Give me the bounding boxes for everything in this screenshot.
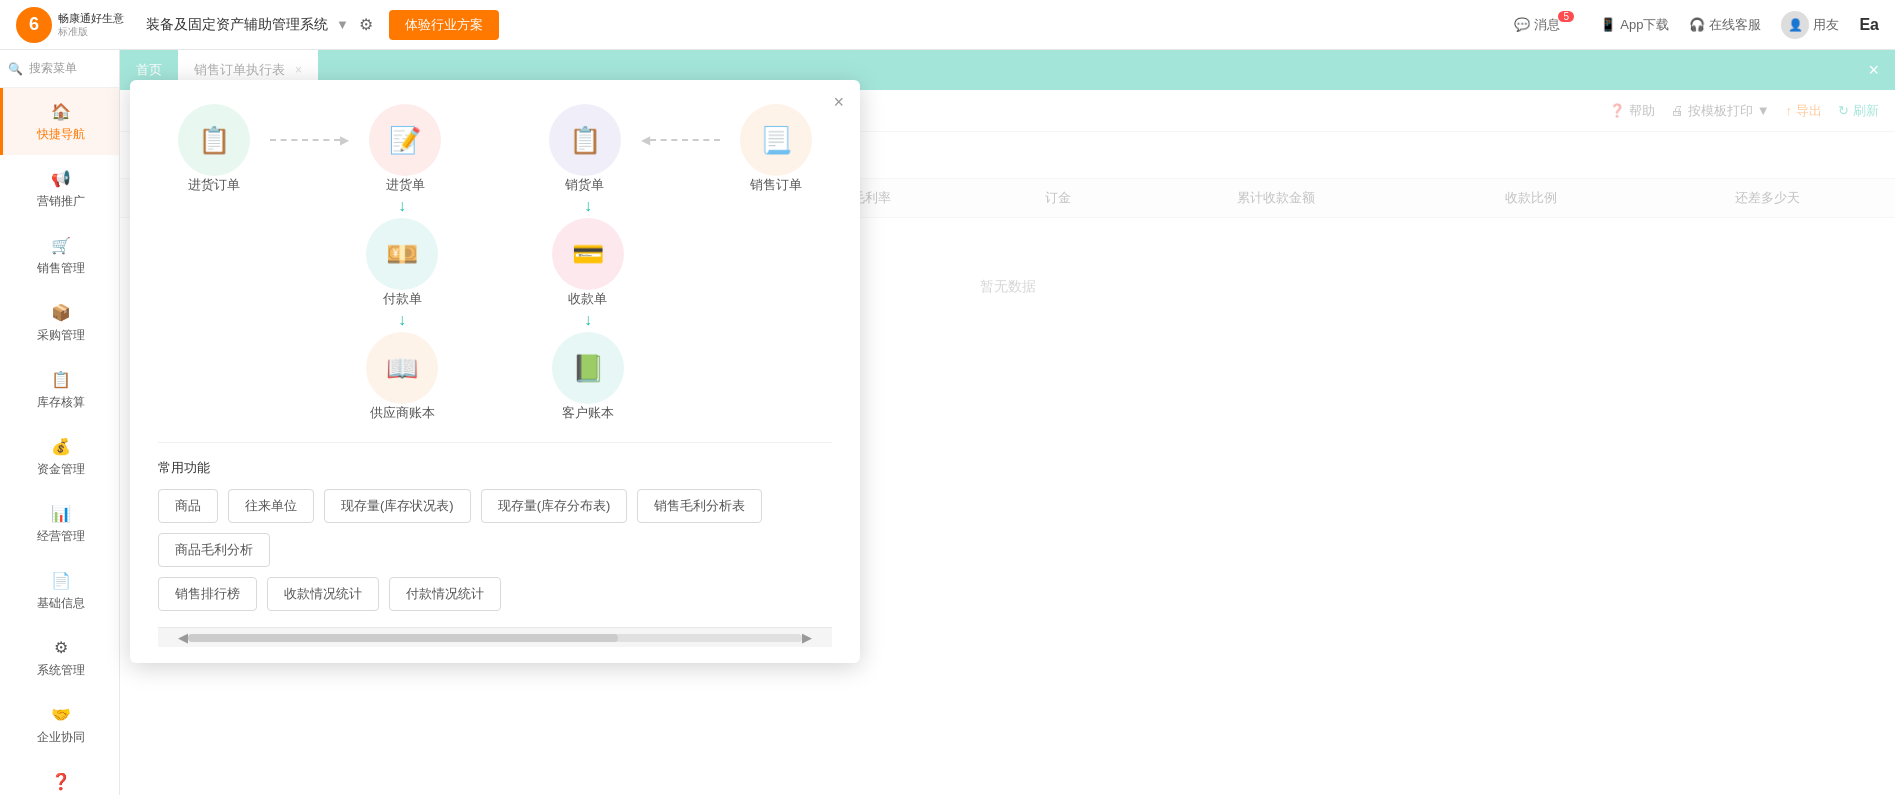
customer-ledger-icon: 📗 xyxy=(552,332,624,404)
message-icon: 💬 xyxy=(1514,17,1530,32)
arrow-sales: ◀ xyxy=(641,133,720,147)
payment-bill-icon: 💴 xyxy=(366,218,438,290)
sidebar-item-system[interactable]: ⚙ 系统管理 xyxy=(0,624,119,691)
sidebar-item-operations[interactable]: 📊 经营管理 xyxy=(0,490,119,557)
system-title-area: 装备及固定资产辅助管理系统 ▼ ⚙ 体验行业方案 xyxy=(146,10,1514,40)
flow-item-receipt-bill[interactable]: 💳 收款单 xyxy=(530,218,646,308)
purchase-icon: 📦 xyxy=(50,301,72,323)
sales-order-icon: 📃 xyxy=(740,104,812,176)
sidebar-item-marketing[interactable]: 📢 营销推广 xyxy=(0,155,119,222)
sales-bill-icon: 📋 xyxy=(549,104,621,176)
purchase-order-icon: 📋 xyxy=(178,104,250,176)
flow-item-sales-bill[interactable]: 📋 销货单 xyxy=(529,104,641,194)
func-btn-product-profit[interactable]: 商品毛利分析 xyxy=(158,533,270,567)
sidebar-item-purchase[interactable]: 📦 采购管理 xyxy=(0,289,119,356)
message-btn[interactable]: 💬 消息 5 xyxy=(1514,16,1580,34)
enterprise-icon: 🤝 xyxy=(50,703,72,725)
func-btn-product[interactable]: 商品 xyxy=(158,489,218,523)
sidebar-item-quick[interactable]: 🏠 快捷导航 xyxy=(0,88,119,155)
arrow-purchase: ▶ xyxy=(270,133,349,147)
scroll-track[interactable] xyxy=(188,634,802,642)
sales-order-label: 销售订单 xyxy=(750,176,802,194)
common-functions-title: 常用功能 xyxy=(158,459,832,477)
online-service-btn[interactable]: 🎧 在线客服 xyxy=(1689,16,1761,34)
search-menu-btn[interactable]: 🔍 搜索菜单 xyxy=(0,50,119,88)
flow-item-purchase-bill[interactable]: 📝 进货单 xyxy=(349,104,461,194)
system-dropdown-icon[interactable]: ▼ xyxy=(336,17,349,32)
logo-area: 6 畅康通好生意 标准版 xyxy=(16,7,136,43)
sales-icon: 🛒 xyxy=(50,234,72,256)
down-arrow-receipt: ↓ xyxy=(530,312,646,328)
system-icon: ⚙ xyxy=(50,636,72,658)
marketing-icon: 📢 xyxy=(50,167,72,189)
overlay-inner: × 📋 进货订单 ▶ 📝 xyxy=(120,50,1895,795)
supplier-ledger-label: 供应商账本 xyxy=(370,404,435,422)
flow-item-supplier-ledger[interactable]: 📖 供应商账本 xyxy=(344,332,460,422)
sidebar-item-sales[interactable]: 🛒 销售管理 xyxy=(0,222,119,289)
sidebar: 🔍 搜索菜单 🏠 快捷导航 📢 营销推广 🛒 销售管理 📦 采购管理 📋 库存核… xyxy=(0,50,120,795)
func-btn-sales-rank[interactable]: 销售排行榜 xyxy=(158,577,257,611)
purchase-bill-icon: 📝 xyxy=(369,104,441,176)
func-btn-receipt-stats[interactable]: 收款情况统计 xyxy=(267,577,379,611)
receipt-bill-icon: 💳 xyxy=(552,218,624,290)
app-download-btn[interactable]: 📱 App下载 xyxy=(1600,16,1669,34)
logo-text: 畅康通好生意 标准版 xyxy=(58,11,124,38)
flow-item-payment-bill[interactable]: 💴 付款单 xyxy=(344,218,460,308)
scroll-left-btn[interactable]: ◀ xyxy=(178,630,188,645)
quick-nav-dialog: × 📋 进货订单 ▶ 📝 xyxy=(130,80,860,663)
settings-icon[interactable]: ⚙ xyxy=(359,15,373,34)
down-arrow-purchase-bill: ↓ xyxy=(344,198,460,214)
sales-bill-label: 销货单 xyxy=(565,176,604,194)
flow-item-customer-ledger[interactable]: 📗 客户账本 xyxy=(530,332,646,422)
logo-icon: 6 xyxy=(16,7,52,43)
purchase-bill-label: 进货单 xyxy=(386,176,425,194)
app-icon: 📱 xyxy=(1600,17,1616,32)
user-area[interactable]: 👤 用友 xyxy=(1781,11,1839,39)
dialog-overlay: × 📋 进货订单 ▶ 📝 xyxy=(120,50,1895,795)
scroll-right-btn[interactable]: ▶ xyxy=(802,630,812,645)
finance-icon: 💰 xyxy=(50,435,72,457)
user-ea-badge: Ea xyxy=(1859,16,1879,34)
func-btn-sales-profit[interactable]: 销售毛利分析表 xyxy=(637,489,762,523)
func-btn-partners[interactable]: 往来单位 xyxy=(228,489,314,523)
common-functions: 常用功能 商品 往来单位 现存量(库存状况表) 现存量(库存分布表) 销售毛利分… xyxy=(158,442,832,611)
payment-bill-label: 付款单 xyxy=(383,290,422,308)
sidebar-item-newbie[interactable]: ❓ 新手引导 xyxy=(0,758,119,795)
sidebar-item-enterprise[interactable]: 🤝 企业协同 xyxy=(0,691,119,758)
customer-ledger-label: 客户账本 xyxy=(562,404,614,422)
purchase-order-label: 进货订单 xyxy=(188,176,240,194)
search-icon: 🔍 xyxy=(8,62,23,76)
func-btn-stock-dist[interactable]: 现存量(库存分布表) xyxy=(481,489,628,523)
func-btn-stock-status[interactable]: 现存量(库存状况表) xyxy=(324,489,471,523)
user-avatar: 👤 xyxy=(1781,11,1809,39)
supplier-ledger-icon: 📖 xyxy=(366,332,438,404)
func-buttons-row2: 销售排行榜 收款情况统计 付款情况统计 xyxy=(158,577,832,611)
down-arrow-sales-bill: ↓ xyxy=(530,198,646,214)
newbie-icon: ❓ xyxy=(50,770,72,792)
top-header: 6 畅康通好生意 标准版 装备及固定资产辅助管理系统 ▼ ⚙ 体验行业方案 💬 … xyxy=(0,0,1895,50)
flow-item-sales-order[interactable]: 📃 销售订单 xyxy=(720,104,832,194)
inventory-icon: 📋 xyxy=(50,368,72,390)
down-arrow-payment: ↓ xyxy=(344,312,460,328)
quick-icon: 🏠 xyxy=(50,100,72,122)
scroll-thumb xyxy=(188,634,618,642)
trial-button[interactable]: 体验行业方案 xyxy=(389,10,499,40)
service-icon: 🎧 xyxy=(1689,17,1705,32)
message-badge: 5 xyxy=(1558,11,1574,22)
flow-item-purchase-order[interactable]: 📋 进货订单 xyxy=(158,104,270,194)
system-title: 装备及固定资产辅助管理系统 xyxy=(146,16,328,34)
header-right: 💬 消息 5 📱 App下载 🎧 在线客服 👤 用友 Ea xyxy=(1514,11,1879,39)
scroll-bar-area: ◀ ▶ xyxy=(158,627,832,647)
receipt-bill-label: 收款单 xyxy=(568,290,607,308)
sidebar-item-basic[interactable]: 📄 基础信息 xyxy=(0,557,119,624)
basic-icon: 📄 xyxy=(50,569,72,591)
func-buttons-row1: 商品 往来单位 现存量(库存状况表) 现存量(库存分布表) 销售毛利分析表 商品… xyxy=(158,489,832,567)
func-btn-payment-stats[interactable]: 付款情况统计 xyxy=(389,577,501,611)
sidebar-item-finance[interactable]: 💰 资金管理 xyxy=(0,423,119,490)
sidebar-item-inventory[interactable]: 📋 库存核算 xyxy=(0,356,119,423)
dialog-close-btn[interactable]: × xyxy=(833,92,844,113)
operations-icon: 📊 xyxy=(50,502,72,524)
